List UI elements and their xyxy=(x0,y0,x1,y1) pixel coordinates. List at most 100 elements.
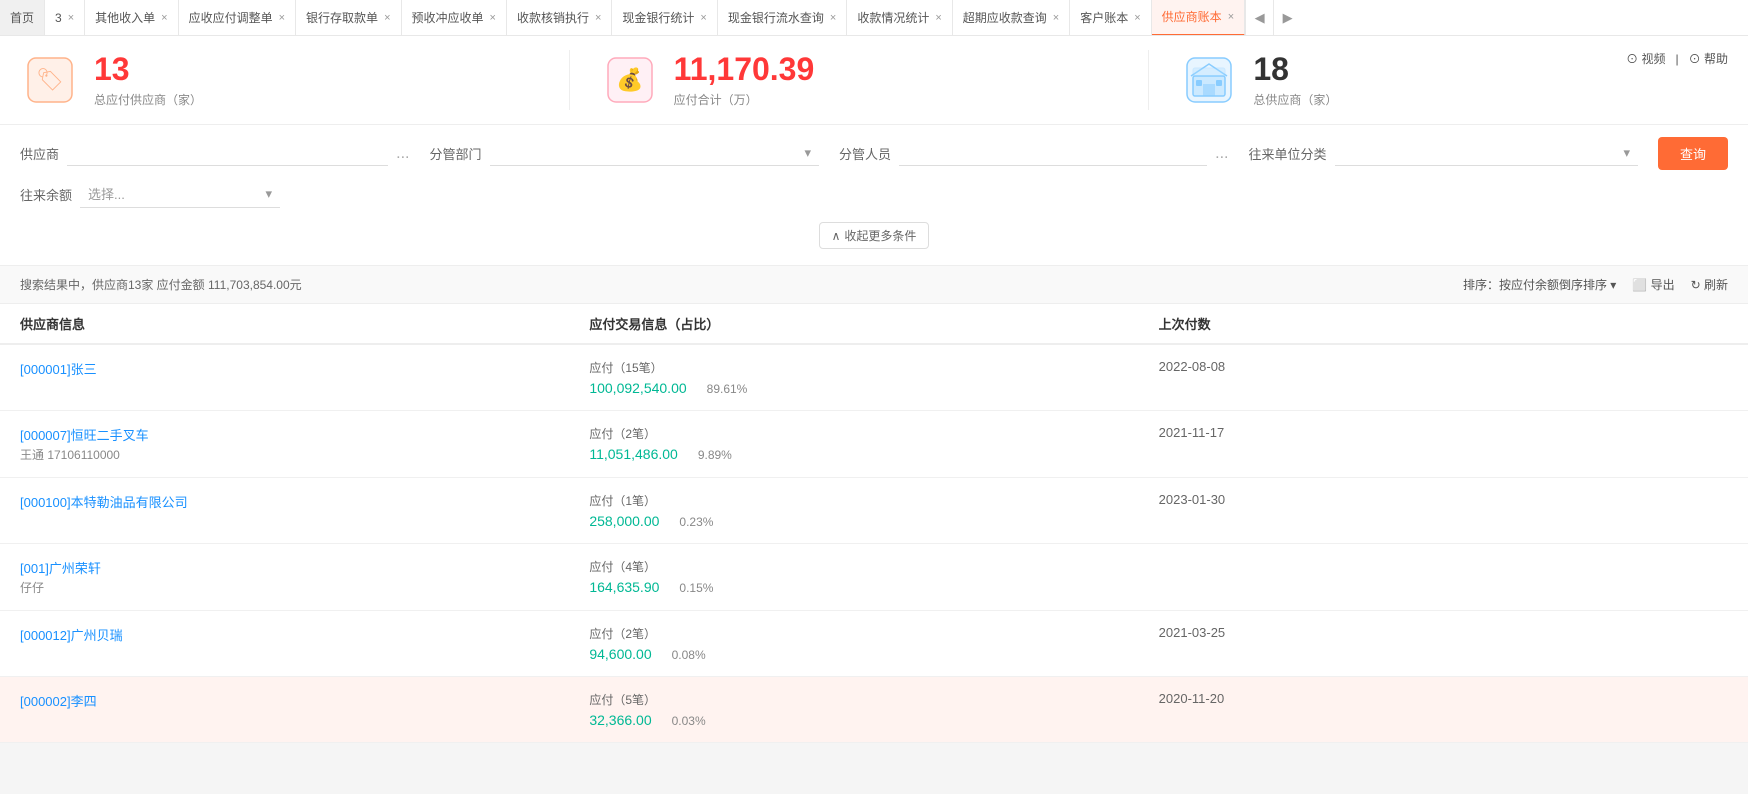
nav-tab-cash-stat-label: 现金银行统计 xyxy=(622,9,694,26)
export-button[interactable]: ⬜ 导出 xyxy=(1632,276,1674,293)
tx-percent: 0.15% xyxy=(679,581,713,595)
nav-tab-3[interactable]: 3 × xyxy=(45,0,85,36)
person-dots-icon[interactable]: ... xyxy=(1215,145,1228,163)
person-filter-input[interactable] xyxy=(899,142,1207,166)
balance-filter-select[interactable]: 选择... ▾ xyxy=(80,180,280,208)
close-icon[interactable]: × xyxy=(595,12,601,24)
close-icon[interactable]: × xyxy=(490,12,496,24)
close-icon[interactable]: × xyxy=(935,12,941,24)
tx-count: 应付（2笔） xyxy=(589,425,1158,442)
tx-amount[interactable]: 32,366.00 xyxy=(589,712,651,728)
nav-tab-bank-deposit-label: 银行存取款单 xyxy=(306,9,378,26)
filter-balance: 往来余额 选择... ▾ xyxy=(20,180,280,208)
close-icon[interactable]: × xyxy=(161,12,167,24)
tx-info-cell: 应付（1笔） 258,000.00 0.23% xyxy=(589,492,1158,529)
results-bar: 搜索结果中，供应商13家 应付金额 111,703,854.00元 排序：按应付… xyxy=(0,266,1748,304)
collapse-label: 收起更多条件 xyxy=(844,227,916,244)
results-summary: 搜索结果中，供应商13家 应付金额 111,703,854.00元 xyxy=(20,276,302,293)
supplier-icon: 🏷 xyxy=(20,50,80,110)
nav-next-arrow[interactable]: ▶ xyxy=(1273,0,1301,36)
filter-row-1: 供应商 ... 分管部门 ▾ 分管人员 ... 往来单位分类 ▾ 查询 xyxy=(20,137,1728,170)
divider: | xyxy=(1676,52,1679,66)
close-icon[interactable]: × xyxy=(830,12,836,24)
nav-tab-customer-ledger[interactable]: 客户账本 × xyxy=(1070,0,1151,36)
nav-tab-cash-flow-label: 现金银行流水查询 xyxy=(728,9,824,26)
results-actions: 排序：按应付余额倒序排序 ▾ ⬜ 导出 ↻ 刷新 xyxy=(1447,276,1728,293)
last-pay-date: 2021-11-17 xyxy=(1159,425,1225,440)
filter-category: 往来单位分类 ▾ xyxy=(1249,141,1639,166)
tx-row: 100,092,540.00 89.61% xyxy=(589,380,1158,396)
video-link[interactable]: ⊙ 视频 xyxy=(1626,50,1665,67)
sort-select[interactable]: 排序：按应付余额倒序排序 ▾ xyxy=(1463,276,1616,293)
filter-row-2: 往来余额 选择... ▾ xyxy=(20,180,1728,208)
supplier-link[interactable]: [000007]恒旺二手叉车 xyxy=(20,428,149,443)
nav-tab-bank-deposit[interactable]: 银行存取款单 × xyxy=(296,0,401,36)
tx-count: 应付（5笔） xyxy=(589,691,1158,708)
nav-tab-collection-stat[interactable]: 收款情况统计 × xyxy=(847,0,952,36)
supplier-dots-icon[interactable]: ... xyxy=(396,145,409,163)
supplier-filter-input[interactable] xyxy=(67,142,388,166)
nav-tab-other-income[interactable]: 其他收入单 × xyxy=(85,0,178,36)
supplier-info-cell: [000001]张三 xyxy=(20,359,589,378)
tx-info-cell: 应付（2笔） 94,600.00 0.08% xyxy=(589,625,1158,662)
stat-card-payable-suppliers: 🏷 13 总应付供应商（家） xyxy=(20,50,569,110)
nav-tab-collection[interactable]: 收款核销执行 × xyxy=(507,0,612,36)
nav-tab-cash-flow[interactable]: 现金银行流水查询 × xyxy=(718,0,847,36)
tx-amount[interactable]: 100,092,540.00 xyxy=(589,380,686,396)
collapse-button[interactable]: ∧ 收起更多条件 xyxy=(819,222,930,249)
table-row: [000007]恒旺二手叉车 王通 17106110000 应付（2笔） 11,… xyxy=(0,411,1748,478)
table-header: 供应商信息 应付交易信息（占比） 上次付数 xyxy=(0,304,1748,345)
tx-amount[interactable]: 258,000.00 xyxy=(589,513,659,529)
nav-tab-prepay-label: 预收冲应收单 xyxy=(412,9,484,26)
supplier-link[interactable]: [001]广州荣轩 xyxy=(20,561,101,576)
supplier-filter-label: 供应商 xyxy=(20,144,59,163)
svg-text:💰: 💰 xyxy=(616,67,643,93)
help-link[interactable]: ⊙ 帮助 xyxy=(1689,50,1728,67)
nav-prev-arrow[interactable]: ◀ xyxy=(1245,0,1273,36)
close-icon[interactable]: × xyxy=(68,12,74,24)
tx-count: 应付（4笔） xyxy=(589,558,1158,575)
last-pay-date: 2021-03-25 xyxy=(1159,625,1226,640)
tx-amount[interactable]: 94,600.00 xyxy=(589,646,651,662)
supplier-sub: 王通 17106110000 xyxy=(20,446,589,463)
tx-count: 应付（15笔） xyxy=(589,359,1158,376)
last-pay-cell: 2021-11-17 xyxy=(1159,425,1728,440)
close-icon[interactable]: × xyxy=(1228,11,1234,23)
nav-tab-overdue[interactable]: 超期应收款查询 × xyxy=(953,0,1070,36)
table-body: [000001]张三 应付（15笔） 100,092,540.00 89.61%… xyxy=(0,345,1748,743)
supplier-sub: 仔仔 xyxy=(20,579,589,596)
dept-filter-select[interactable]: ▾ xyxy=(490,141,819,166)
close-icon[interactable]: × xyxy=(279,12,285,24)
filter-person: 分管人员 ... xyxy=(839,142,1229,166)
last-pay-date: 2020-11-20 xyxy=(1159,691,1225,706)
chevron-down-icon: ▾ xyxy=(265,186,272,202)
category-filter-select[interactable]: ▾ xyxy=(1335,141,1638,166)
payable-amount-label: 应付合计（万） xyxy=(674,91,815,108)
close-icon[interactable]: × xyxy=(1134,12,1140,24)
tx-amount[interactable]: 11,051,486.00 xyxy=(589,446,678,462)
supplier-info-cell: [001]广州荣轩 仔仔 xyxy=(20,558,589,596)
supplier-link[interactable]: [000001]张三 xyxy=(20,362,97,377)
nav-tab-supplier-ledger[interactable]: 供应商账本 × xyxy=(1152,0,1245,36)
supplier-link[interactable]: [000012]广州贝瑞 xyxy=(20,628,123,643)
tx-percent: 9.89% xyxy=(698,448,732,462)
total-suppliers-label: 总供应商（家） xyxy=(1253,91,1337,108)
close-icon[interactable]: × xyxy=(1053,12,1059,24)
supplier-link[interactable]: [000002]李四 xyxy=(20,694,97,709)
category-filter-label: 往来单位分类 xyxy=(1249,144,1327,163)
table-row: [000100]本特勒油品有限公司 应付（1笔） 258,000.00 0.23… xyxy=(0,478,1748,544)
refresh-button[interactable]: ↻ 刷新 xyxy=(1691,276,1728,293)
nav-tab-prepay[interactable]: 预收冲应收单 × xyxy=(402,0,507,36)
close-icon[interactable]: × xyxy=(700,12,706,24)
nav-tab-supplier-ledger-label: 供应商账本 xyxy=(1162,8,1222,25)
close-icon[interactable]: × xyxy=(384,12,390,24)
stat-content-total-suppliers: 18 总供应商（家） xyxy=(1253,52,1337,108)
nav-tab-cash-stat[interactable]: 现金银行统计 × xyxy=(612,0,717,36)
search-button[interactable]: 查询 xyxy=(1658,137,1728,170)
supplier-link[interactable]: [000100]本特勒油品有限公司 xyxy=(20,495,188,510)
nav-tab-home[interactable]: 首页 xyxy=(0,0,45,36)
payable-suppliers-label: 总应付供应商（家） xyxy=(94,91,202,108)
tx-amount[interactable]: 164,635.90 xyxy=(589,579,659,595)
nav-tab-ar-ap-adjust[interactable]: 应收应付调整单 × xyxy=(179,0,296,36)
money-icon: 💰 xyxy=(600,50,660,110)
